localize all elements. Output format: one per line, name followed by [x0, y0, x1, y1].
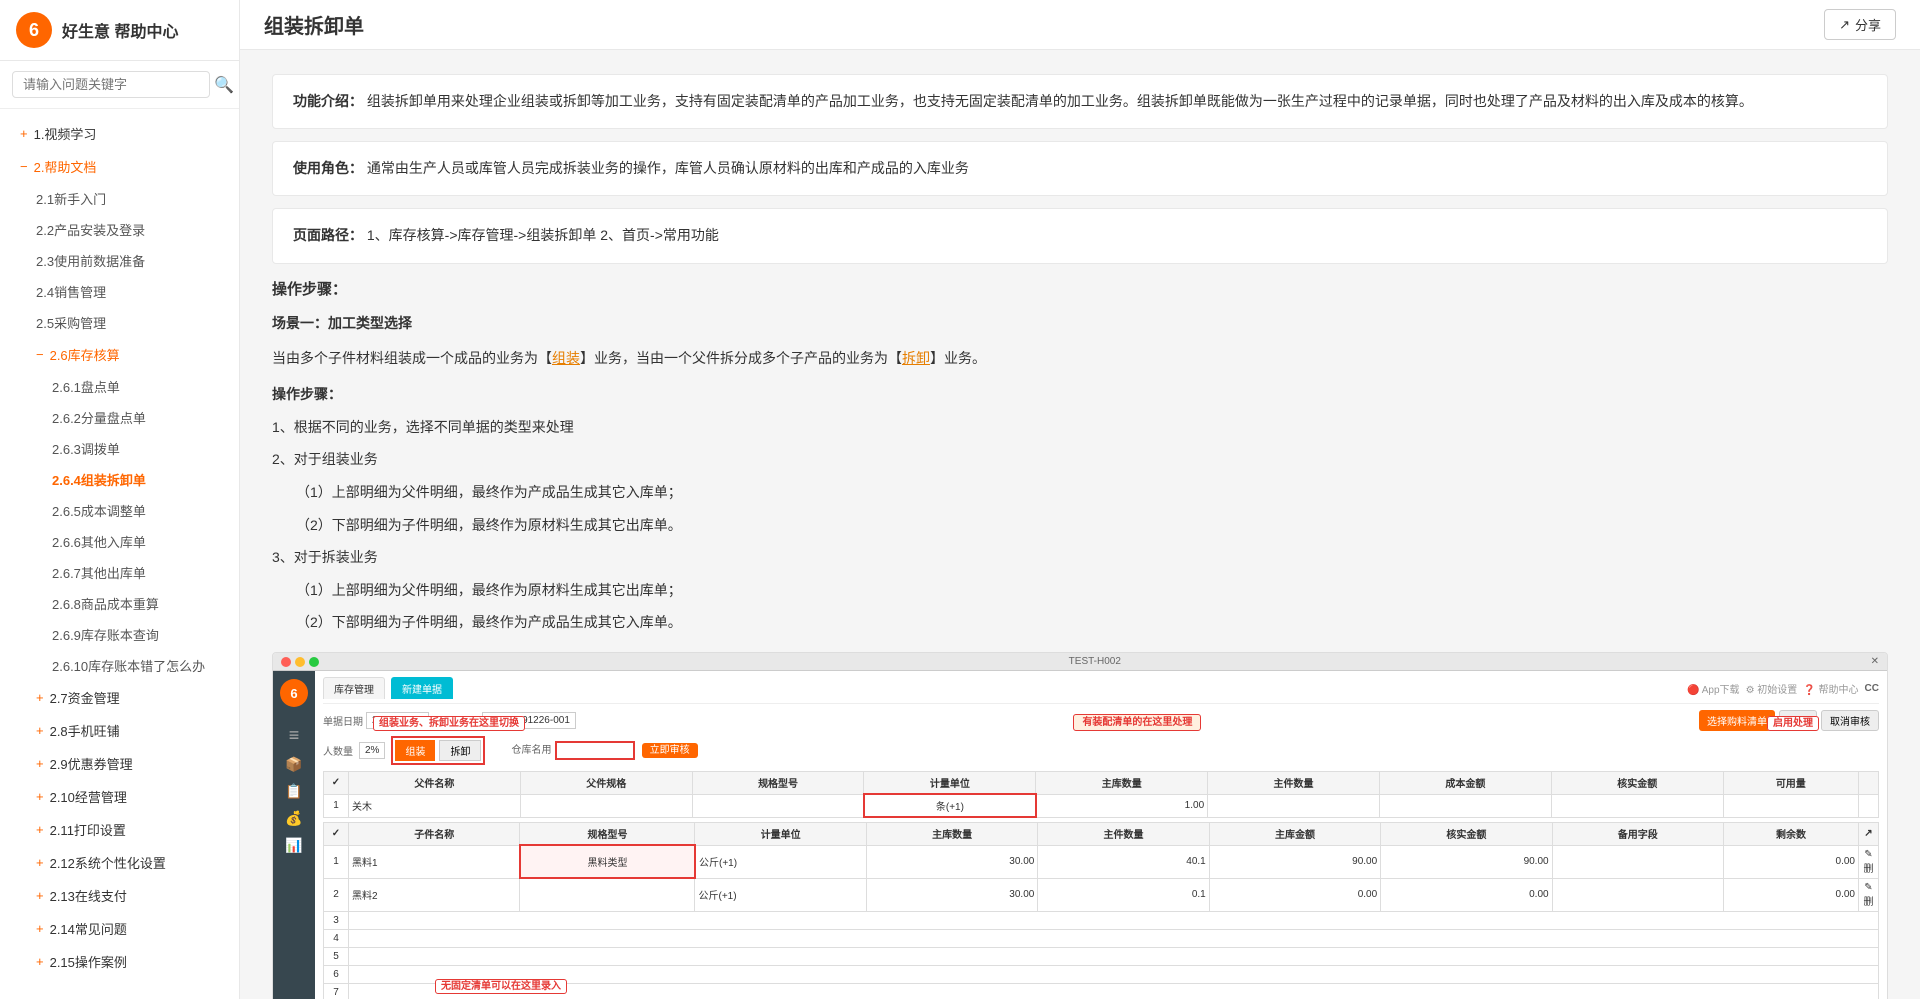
plus-icon-2-12: + [36, 855, 44, 870]
step3: 3、对于拆装业务 [272, 544, 1888, 571]
plus-icon-2-9: + [36, 756, 44, 771]
intro-block: 功能介绍： 组装拆卸单用来处理企业组装或拆卸等加工业务，支持有固定装配清单的产品… [272, 74, 1888, 129]
sidebar-item-2-6-6[interactable]: 2.6.6其他入库单 [0, 526, 239, 557]
sidebar-item-2-11[interactable]: + 2.11打印设置 [0, 813, 239, 846]
step2-sub1: （1）上部明细为父件明细，最终作为产成品生成其它入库单； [272, 479, 1888, 506]
search-button[interactable]: 🔍 [214, 75, 234, 95]
sidebar-item-video[interactable]: + 1.视频学习 [0, 117, 239, 150]
role-text: 通常由生产人员或库管人员完成拆装业务的操作，库管人员确认原材料的出库和产成品的入… [367, 160, 969, 176]
sidebar-item-2-6-2[interactable]: 2.6.2分量盘点单 [0, 402, 239, 433]
sidebar-item-2-9[interactable]: + 2.9优惠券管理 [0, 747, 239, 780]
role-label: 使用角色： [293, 160, 363, 176]
step1: 1、根据不同的业务，选择不同单据的类型来处理 [272, 414, 1888, 441]
plus-icon-2-15: + [36, 954, 44, 969]
sidebar-item-2-8[interactable]: + 2.8手机旺铺 [0, 714, 239, 747]
operation-title: 操作步骤： [272, 276, 1888, 305]
scene1-title: 场景一：加工类型选择 [272, 315, 412, 331]
mock-lower-table: ✓ 子件名称 规格型号 计量单位 主库数量 主件数量 主库金额 核实金额 备用字… [323, 822, 1879, 999]
sidebar-item-2-6-10[interactable]: 2.6.10库存账本错了怎么办 [0, 650, 239, 681]
sidebar-header: 6 好生意 帮助中心 [0, 0, 239, 61]
share-icon: ↗ [1839, 17, 1850, 33]
mock-upper-table: ✓ 父件名称 父件规格 规格型号 计量单位 主库数量 主件数量 成本金额 核实金… [323, 771, 1879, 818]
sidebar-item-2-6-1[interactable]: 2.6.1盘点单 [0, 371, 239, 402]
plus-icon-2-11: + [36, 822, 44, 837]
plus-icon-2-14: + [36, 921, 44, 936]
intro-text: 组装拆卸单用来处理企业组装或拆卸等加工业务，支持有固定装配清单的产品加工业务，也… [367, 93, 1753, 109]
step3-sub2: （2）下部明细为子件明细，最终作为产成品生成其它入库单。 [272, 609, 1888, 636]
share-button[interactable]: ↗ 分享 [1824, 9, 1896, 40]
sidebar-item-2-10[interactable]: + 2.10经营管理 [0, 780, 239, 813]
search-box: 🔍 [0, 61, 239, 109]
sidebar-item-2-2[interactable]: 2.2产品安装及登录 [0, 214, 239, 245]
sidebar-item-2-6-9[interactable]: 2.6.9库存账本查询 [0, 619, 239, 650]
sidebar-item-2-13[interactable]: + 2.13在线支付 [0, 879, 239, 912]
sidebar-item-2-6-3[interactable]: 2.6.3调拨单 [0, 433, 239, 464]
step2: 2、对于组装业务 [272, 446, 1888, 473]
screenshot-container: TEST-H002 ✕ 6 ≡ 📦 📋 💰 📊 库存 [272, 652, 1888, 999]
mock-tab-new[interactable]: 新建单据 [391, 677, 453, 699]
search-input[interactable] [12, 71, 210, 98]
mock-warehouse-input[interactable] [555, 741, 635, 760]
intro-label: 功能介绍： [293, 93, 363, 109]
mock-submit-btn: 立即审核 [642, 743, 698, 758]
sidebar-item-2-12[interactable]: + 2.12系统个性化设置 [0, 846, 239, 879]
plus-icon-2-8: + [36, 723, 44, 738]
sidebar-item-2-5[interactable]: 2.5采购管理 [0, 307, 239, 338]
logo-icon: 6 [16, 12, 52, 48]
sidebar-item-2-3[interactable]: 2.3使用前数据准备 [0, 245, 239, 276]
sidebar-item-2-6-5[interactable]: 2.6.5成本调整单 [0, 495, 239, 526]
role-block: 使用角色： 通常由生产人员或库管人员完成拆装业务的操作，库管人员确认原材料的出库… [272, 141, 1888, 196]
sidebar-item-2-1[interactable]: 2.1新手入门 [0, 183, 239, 214]
path-text: 1、库存核算->库存管理->组装拆卸单 2、首页->常用功能 [367, 227, 719, 243]
sidebar-item-2-6[interactable]: − 2.6库存核算 [0, 338, 239, 371]
plus-icon-2-13: + [36, 888, 44, 903]
step3-sub1: （1）上部明细为父件明细，最终作为原材料生成其它出库单； [272, 577, 1888, 604]
annotation-text-3: 启用处理 [1767, 716, 1819, 731]
sidebar-item-help[interactable]: − 2.帮助文档 [0, 150, 239, 183]
page-title: 组装拆卸单 [264, 10, 364, 39]
mock-type-assembly[interactable]: 组装 [395, 740, 435, 761]
path-label: 页面路径： [293, 227, 363, 243]
step2-sub2: （2）下部明细为子件明细，最终作为原材料生成其它出库单。 [272, 512, 1888, 539]
sidebar-item-2-6-7[interactable]: 2.6.7其他出库单 [0, 557, 239, 588]
steps-title: 操作步骤： [272, 386, 342, 402]
sidebar-item-2-7[interactable]: + 2.7资金管理 [0, 681, 239, 714]
sidebar-item-2-6-4[interactable]: 2.6.4组装拆卸单 [0, 464, 239, 495]
annotation-text-4: 无固定清单可以在这里录入 [435, 979, 567, 994]
scene1-desc: 当由多个子件材料组装成一个成品的业务为【组装】业务，当由一个父件拆分成多个子产品… [272, 345, 1888, 372]
sidebar-item-2-4[interactable]: 2.4销售管理 [0, 276, 239, 307]
content-area: 功能介绍： 组装拆卸单用来处理企业组装或拆卸等加工业务，支持有固定装配清单的产品… [240, 50, 1920, 999]
main-content: 组装拆卸单 ↗ 分享 功能介绍： 组装拆卸单用来处理企业组装或拆卸等加工业务，支… [240, 0, 1920, 999]
mock-type-disassembly[interactable]: 拆卸 [439, 740, 481, 761]
minus-icon: − [20, 159, 28, 174]
step-content: 操作步骤： 场景一：加工类型选择 当由多个子件材料组装成一个成品的业务为【组装】… [272, 276, 1888, 636]
annotation-text-2: 组装业务、拆卸业务在这里切换 [373, 716, 525, 731]
plus-icon-2-10: + [36, 789, 44, 804]
minus-icon-2: − [36, 347, 44, 362]
mock-system-label: TEST-H002 [319, 656, 1871, 667]
sidebar-nav: + 1.视频学习 − 2.帮助文档 2.1新手入门 2.2产品安装及登录 2.3… [0, 109, 239, 999]
plus-icon-2-7: + [36, 690, 44, 705]
mock-cancel-btn[interactable]: 取消审核 [1821, 710, 1879, 731]
sidebar: 6 好生意 帮助中心 🔍 + 1.视频学习 − 2.帮助文档 2.1新手入门 2… [0, 0, 240, 999]
mock-confirm-btn[interactable]: 选择购料清单 [1699, 710, 1775, 731]
path-block: 页面路径： 1、库存核算->库存管理->组装拆卸单 2、首页->常用功能 [272, 208, 1888, 263]
app-name: 好生意 帮助中心 [62, 18, 178, 42]
sidebar-item-2-14[interactable]: + 2.14常见问题 [0, 912, 239, 945]
top-bar: 组装拆卸单 ↗ 分享 [240, 0, 1920, 50]
sidebar-item-2-15[interactable]: + 2.15操作案例 [0, 945, 239, 978]
annotation-text-1: 有装配清单的在这里处理 [1073, 714, 1201, 731]
plus-icon: + [20, 126, 28, 141]
mock-tab-inventory[interactable]: 库存管理 [323, 677, 385, 699]
sidebar-item-2-6-8[interactable]: 2.6.8商品成本重算 [0, 588, 239, 619]
